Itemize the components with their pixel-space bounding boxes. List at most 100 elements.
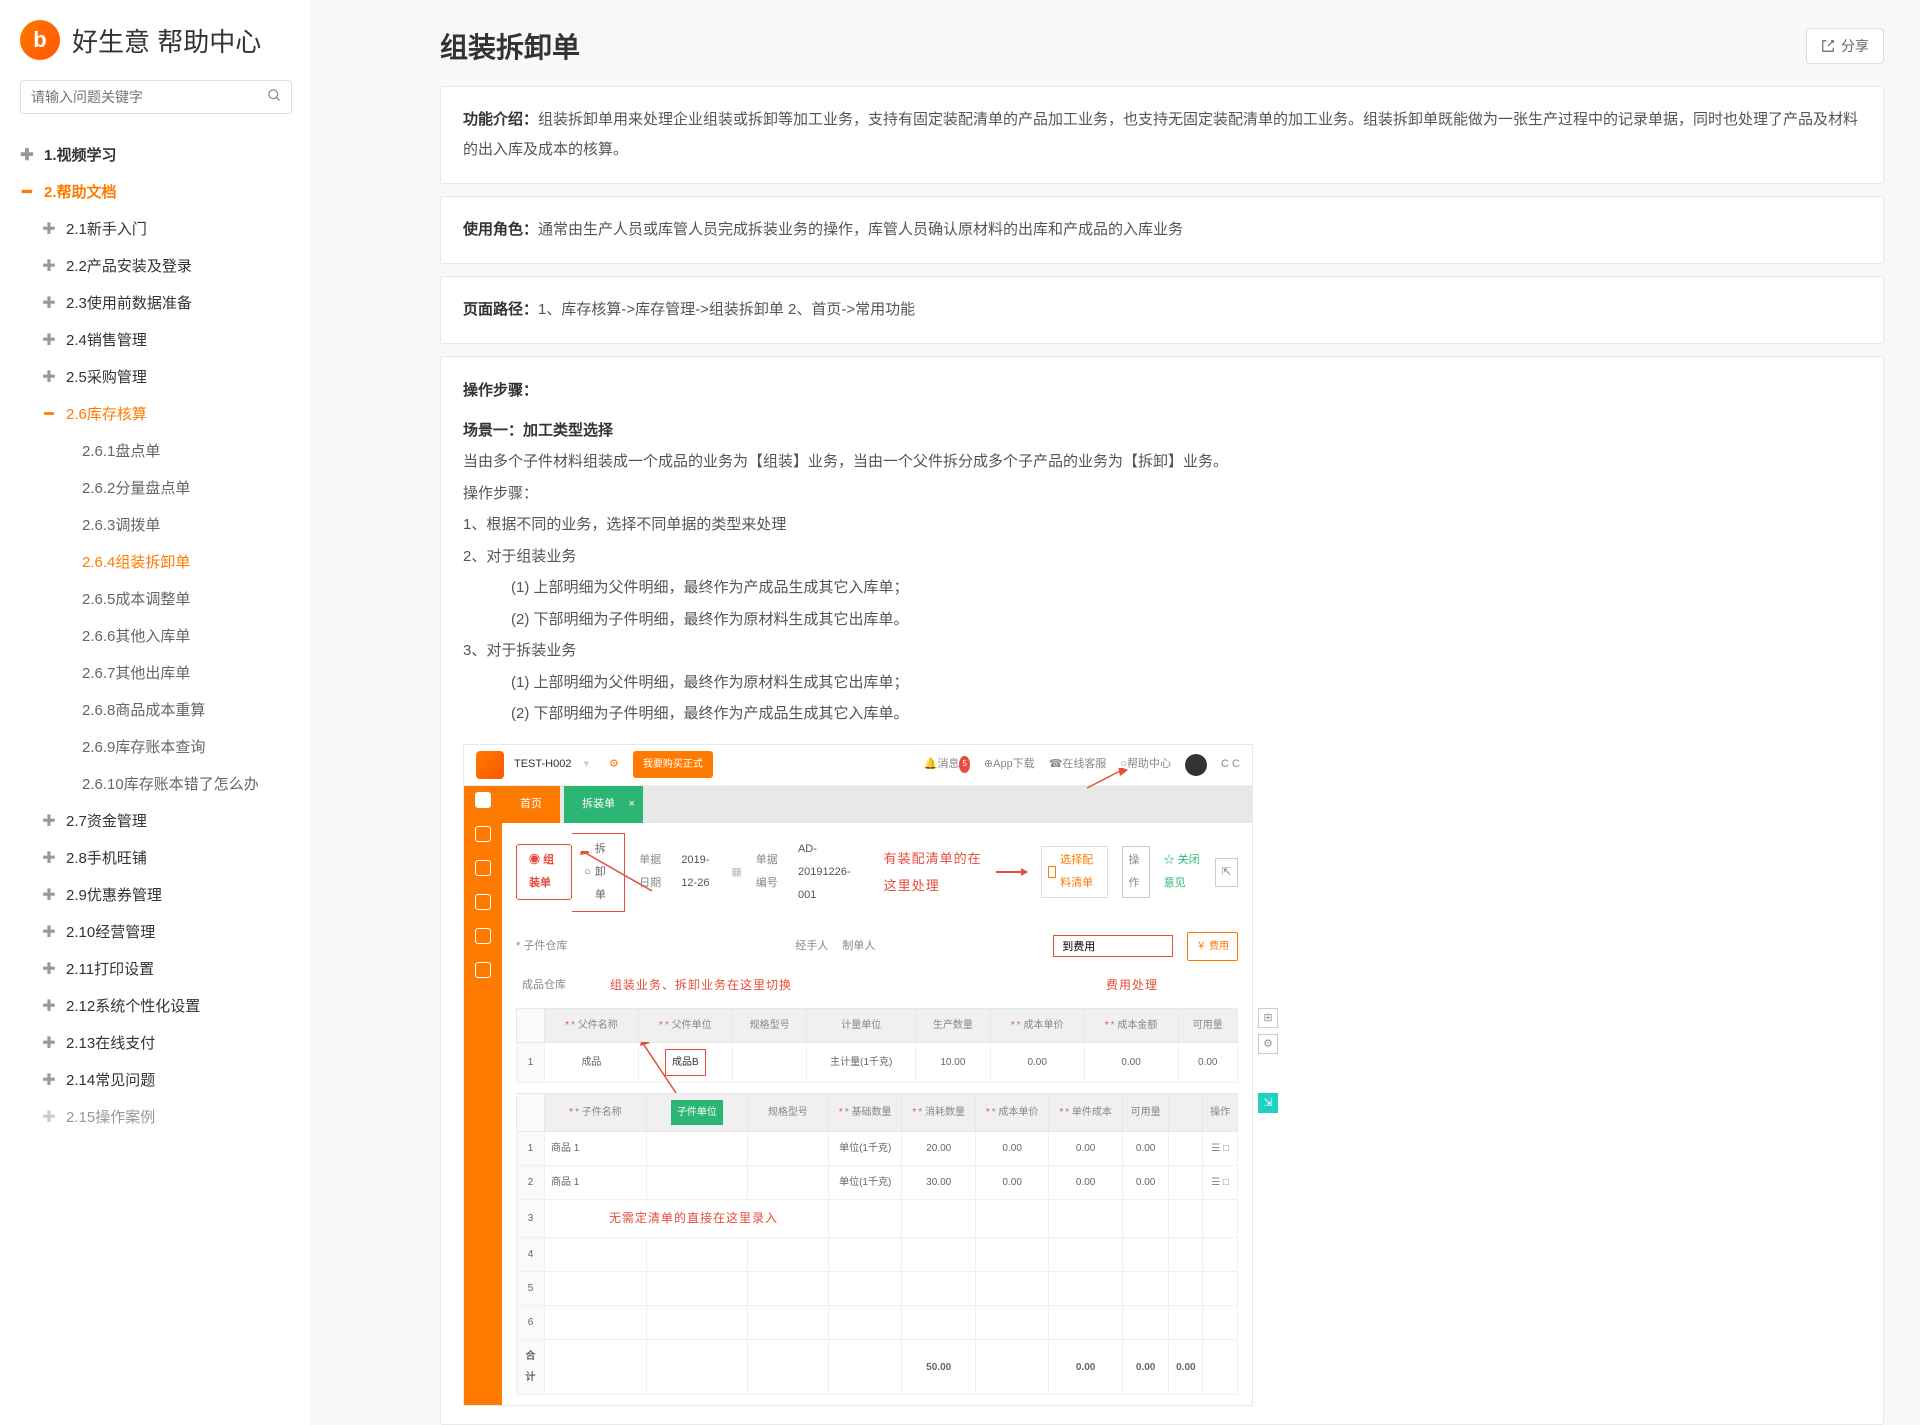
tabs: 首页 拆装单 <box>502 786 1252 823</box>
nav-2-7[interactable]: ✚2.7资金管理 <box>20 802 310 839</box>
fee-btn: ￥ 费用 <box>1187 932 1238 961</box>
tool-icon: ⇲ <box>1258 1093 1278 1113</box>
tool-icon: ⊞ <box>1258 1008 1278 1028</box>
annot-fee: 费用处理 <box>1106 973 1158 998</box>
user-name: C C <box>1221 753 1240 776</box>
side-icon <box>475 826 491 842</box>
parent-table: ⊞ ⚙ * 父件名称* 父件单位规格型号计量单位生产数量* 成本单价* 成本金额… <box>502 1008 1252 1093</box>
choose-button: 选择配料清单 <box>1041 846 1108 898</box>
app-link: ⊕ App下载 <box>984 753 1035 776</box>
scene-title: 场景一：加工类型选择 <box>463 415 1861 447</box>
plus-icon: ✚ <box>20 145 34 165</box>
logo-icon: b <box>20 20 60 60</box>
share-button[interactable]: 分享 <box>1806 28 1884 64</box>
nav-2-8[interactable]: ✚2.8手机旺铺 <box>20 839 310 876</box>
form-row-1: ◉ 组装单 ○ 拆卸单 单据日期 2019-12-26▦ 单据编号 AD-201… <box>502 823 1252 922</box>
nav-2-14[interactable]: ✚2.14常见问题 <box>20 1061 310 1098</box>
page-title: 组装拆卸单 <box>440 26 580 66</box>
plus-icon: ✚ <box>42 293 56 313</box>
plus-icon: ✚ <box>42 1033 56 1053</box>
nav-2-6-6[interactable]: 2.6.6其他入库单 <box>20 617 310 654</box>
assembly-button: ◉ 组装单 <box>516 844 572 900</box>
nav-2-6-10[interactable]: 2.6.10库存账本错了怎么办 <box>20 765 310 802</box>
role-panel: 使用角色：通常由生产人员或库管人员完成拆装业务的操作，库管人员确认原材料的出库和… <box>440 196 1884 264</box>
nav-2-5[interactable]: ✚2.5采购管理 <box>20 358 310 395</box>
nav-2-6-3[interactable]: 2.6.3调拨单 <box>20 506 310 543</box>
nav-2-9[interactable]: ✚2.9优惠券管理 <box>20 876 310 913</box>
nav-docs[interactable]: ━2.帮助文档 <box>20 173 310 210</box>
plus-icon: ✚ <box>42 367 56 387</box>
annot-switch: 组装业务、拆卸业务在这里切换 <box>610 973 792 998</box>
close-link: ☆ 关闭意见 <box>1164 849 1201 895</box>
nav-2-6-8[interactable]: 2.6.8商品成本重算 <box>20 691 310 728</box>
collapse-icon: ⇱ <box>1215 858 1238 887</box>
nav-2-12[interactable]: ✚2.12系统个性化设置 <box>20 987 310 1024</box>
company-name: TEST-H002 <box>514 753 571 776</box>
nav-video[interactable]: ✚1.视频学习 <box>20 136 310 173</box>
main-content: 组装拆卸单 分享 功能介绍：组装拆卸单用来处理企业组装或拆卸等加工业务，支持有固… <box>310 0 1920 1425</box>
search-icon[interactable] <box>267 88 282 106</box>
nav-2-3[interactable]: ✚2.3使用前数据准备 <box>20 284 310 321</box>
share-icon <box>1821 39 1835 53</box>
nav-2-13[interactable]: ✚2.13在线支付 <box>20 1024 310 1061</box>
side-tools: ⇲ <box>1258 1093 1278 1113</box>
form-row-3: 成品仓库 组装业务、拆卸业务在这里切换 费用处理 <box>502 971 1252 1008</box>
nav-2-10[interactable]: ✚2.10经营管理 <box>20 913 310 950</box>
nav-2-4[interactable]: ✚2.4销售管理 <box>20 321 310 358</box>
plus-icon: ✚ <box>42 959 56 979</box>
plus-icon: ✚ <box>42 330 56 350</box>
intro-text: 组装拆卸单用来处理企业组装或拆卸等加工业务，支持有固定装配清单的产品加工业务，也… <box>463 111 1858 158</box>
ops-button: 操作 <box>1122 846 1150 898</box>
side-icon <box>475 860 491 876</box>
minus-icon: ━ <box>42 404 56 424</box>
step-3: 3、对于拆装业务 <box>463 635 1861 667</box>
search-input[interactable] <box>20 80 292 114</box>
plus-icon: ✚ <box>42 1107 56 1127</box>
screenshot-embed: TEST-H002 ▾ ⚙ 我要购买正式 🔔 消息5 ⊕ App下载 ☎ 在线客… <box>463 744 1253 1407</box>
nav-2-1[interactable]: ✚2.1新手入门 <box>20 210 310 247</box>
role-label: 使用角色： <box>463 221 538 238</box>
nav-2-6-9[interactable]: 2.6.9库存账本查询 <box>20 728 310 765</box>
disassembly-button: ○ 拆卸单 <box>572 833 625 912</box>
trial-badge: 我要购买正式 <box>633 751 713 778</box>
nav-2-6[interactable]: ━2.6库存核算 <box>20 395 310 432</box>
logo-text: 好生意 帮助中心 <box>72 22 261 59</box>
steps-panel: 操作步骤： 场景一：加工类型选择 当由多个子件材料组装成一个成品的业务为【组装】… <box>440 356 1884 1425</box>
nav-2-6-2[interactable]: 2.6.2分量盘点单 <box>20 469 310 506</box>
plus-icon: ✚ <box>42 1070 56 1090</box>
form-row-2: * 子件仓库 经手人 制单人 ￥ 费用 <box>502 922 1252 971</box>
plus-icon: ✚ <box>42 922 56 942</box>
step-2a: (1) 上部明细为父件明细，最终作为产成品生成其它入库单； <box>463 572 1861 604</box>
nav-2-2[interactable]: ✚2.2产品安装及登录 <box>20 247 310 284</box>
path-panel: 页面路径：1、库存核算->库存管理->组装拆卸单 2、首页->常用功能 <box>440 276 1884 344</box>
plus-icon: ✚ <box>42 256 56 276</box>
tab-doc: 拆装单 <box>564 786 643 823</box>
step-3b: (2) 下部明细为子件明细，最终作为产成品生成其它入库单。 <box>463 698 1861 730</box>
side-icon <box>475 894 491 910</box>
steps-title: 操作步骤： <box>463 375 1861 407</box>
nav-2-15[interactable]: ✚2.15操作案例 <box>20 1098 310 1135</box>
nav-2-6-7[interactable]: 2.6.7其他出库单 <box>20 654 310 691</box>
embed-sidebar <box>464 786 502 1406</box>
plus-icon: ✚ <box>42 885 56 905</box>
nav-2-6-4[interactable]: 2.6.4组装拆卸单 <box>20 543 310 580</box>
plus-icon: ✚ <box>42 848 56 868</box>
step-2b: (2) 下部明细为子件明细，最终作为原材料生成其它出库单。 <box>463 604 1861 636</box>
intro-panel: 功能介绍：组装拆卸单用来处理企业组装或拆卸等加工业务，支持有固定装配清单的产品加… <box>440 86 1884 184</box>
search-box <box>20 80 292 114</box>
arrow-icon <box>996 871 1027 873</box>
fee-input <box>1053 935 1173 957</box>
header: 组装拆卸单 分享 <box>440 26 1884 66</box>
sidebar: b 好生意 帮助中心 ✚1.视频学习 ━2.帮助文档 ✚2.1新手入门 ✚2.2… <box>0 0 310 1425</box>
nav-2-6-1[interactable]: 2.6.1盘点单 <box>20 432 310 469</box>
logo: b 好生意 帮助中心 <box>20 20 310 60</box>
nav-2-6-5[interactable]: 2.6.5成本调整单 <box>20 580 310 617</box>
help-link: ○ 帮助中心 <box>1120 753 1171 776</box>
plus-icon: ✚ <box>42 811 56 831</box>
path-label: 页面路径： <box>463 301 538 318</box>
role-text: 通常由生产人员或库管人员完成拆装业务的操作，库管人员确认原材料的出库和产成品的入… <box>538 221 1183 238</box>
plus-icon: ✚ <box>42 219 56 239</box>
tool-icon: ⚙ <box>1258 1034 1278 1054</box>
nav-2-11[interactable]: ✚2.11打印设置 <box>20 950 310 987</box>
brand-icon <box>476 751 504 779</box>
